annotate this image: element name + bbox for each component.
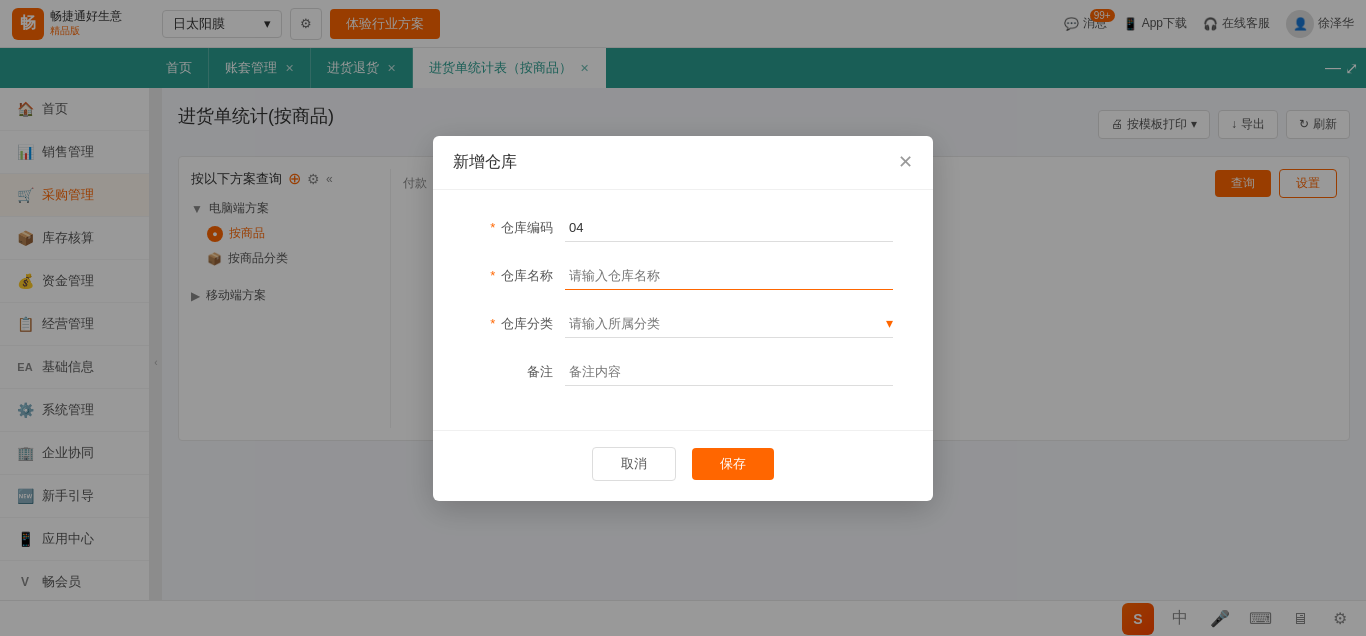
warehouse-code-input[interactable] [565, 214, 893, 242]
category-dropdown-icon: ▾ [886, 315, 893, 331]
modal-footer: 取消 保存 [433, 430, 933, 501]
warehouse-remark-label: 备注 [473, 363, 553, 381]
modal-close-button[interactable]: ✕ [898, 153, 913, 171]
add-warehouse-modal: 新增仓库 ✕ * 仓库编码 * 仓库名称 [433, 136, 933, 501]
warehouse-category-input[interactable] [565, 310, 886, 337]
warehouse-name-row: * 仓库名称 [473, 262, 893, 290]
warehouse-remark-row: 备注 [473, 358, 893, 386]
warehouse-remark-input[interactable] [565, 358, 893, 386]
modal-overlay[interactable]: 新增仓库 ✕ * 仓库编码 * 仓库名称 [0, 0, 1366, 636]
warehouse-category-select[interactable]: ▾ [565, 310, 893, 338]
warehouse-category-label: * 仓库分类 [473, 315, 553, 333]
warehouse-name-label: * 仓库名称 [473, 267, 553, 285]
modal-title: 新增仓库 [453, 152, 517, 173]
warehouse-name-input[interactable] [565, 262, 893, 290]
modal-header: 新增仓库 ✕ [433, 136, 933, 190]
save-button[interactable]: 保存 [692, 448, 774, 480]
warehouse-category-row: * 仓库分类 ▾ [473, 310, 893, 338]
warehouse-code-row: * 仓库编码 [473, 214, 893, 242]
warehouse-code-label: * 仓库编码 [473, 219, 553, 237]
cancel-button[interactable]: 取消 [592, 447, 676, 481]
modal-body: * 仓库编码 * 仓库名称 * 仓库分类 [433, 190, 933, 430]
